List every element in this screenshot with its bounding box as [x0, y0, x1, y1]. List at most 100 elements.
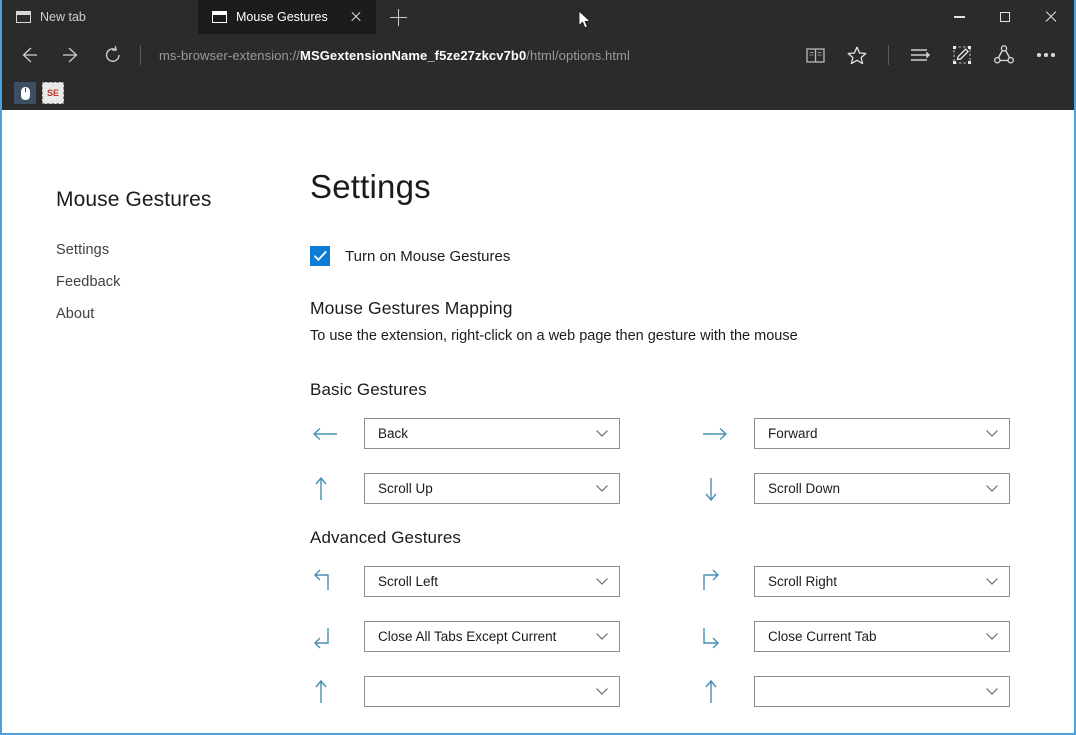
advanced-gestures-heading: Advanced Gestures [310, 528, 462, 547]
back-button[interactable] [8, 36, 50, 74]
gesture-select-scroll-up[interactable]: Scroll Up [364, 473, 620, 504]
chevron-down-icon [985, 574, 999, 589]
gesture-select-scroll-right[interactable]: Scroll Right [754, 566, 1010, 597]
forward-button[interactable] [50, 36, 92, 74]
browser-window: New tab Mouse Gestures ms-browser-extens… [0, 0, 1076, 735]
second-extension-button[interactable]: SE [42, 82, 64, 104]
arrow-up-left-elbow-icon [310, 569, 364, 595]
arrow-left-icon [310, 425, 364, 443]
chevron-down-icon [595, 684, 609, 699]
maximize-icon [1000, 12, 1010, 22]
gesture-cell-close-all-tabs: Close All Tabs Except Current [310, 621, 700, 652]
url-path: /html/options.html [526, 47, 630, 63]
arrow-up-right-elbow-icon [700, 569, 754, 595]
tab-title: New tab [40, 10, 86, 24]
minimize-button[interactable] [936, 0, 982, 34]
web-note-icon [953, 46, 971, 64]
favorites-star-icon [847, 46, 867, 64]
gesture-row: Back Forward [310, 418, 1074, 449]
turn-on-mouse-gestures-label: Turn on Mouse Gestures [345, 247, 511, 265]
tab-title: Mouse Gestures [236, 10, 328, 24]
toolbar-icons [795, 36, 1066, 74]
gesture-row: Scroll Up Scroll Down [310, 473, 1074, 504]
turn-on-mouse-gestures-row[interactable]: Turn on Mouse Gestures [310, 246, 1074, 266]
gesture-select-partial-left[interactable] [364, 676, 620, 707]
arrow-down-left-elbow-icon [310, 624, 364, 650]
page-icon [212, 11, 227, 23]
gesture-select-value: Scroll Right [768, 574, 838, 589]
share-button[interactable] [984, 36, 1024, 74]
sidebar: Mouse Gestures Settings Feedback About [2, 110, 258, 733]
address-bar[interactable]: ms-browser-extension://MSGextensionName_… [149, 36, 795, 74]
chevron-down-icon [985, 481, 999, 496]
gesture-cell-partial-left [310, 676, 700, 707]
chevron-down-icon [985, 426, 999, 441]
nav-divider [140, 45, 141, 65]
sidebar-item-about[interactable]: About [56, 298, 258, 330]
reading-view-icon [805, 47, 825, 63]
chevron-down-icon [595, 481, 609, 496]
gesture-cell-close-current-tab: Close Current Tab [700, 621, 1074, 652]
gesture-select-value: Back [378, 426, 409, 441]
gesture-cell-scroll-up: Scroll Up [310, 473, 700, 504]
hub-button[interactable] [900, 36, 940, 74]
reading-view-button[interactable] [795, 36, 835, 74]
close-icon [1044, 10, 1058, 24]
gesture-select-close-all-tabs[interactable]: Close All Tabs Except Current [364, 621, 620, 652]
gesture-select-close-current-tab[interactable]: Close Current Tab [754, 621, 1010, 652]
basic-gestures-grid: Back Forward Scroll Up Scroll Down [310, 418, 1074, 504]
mouse-gestures-extension-button[interactable] [14, 82, 36, 104]
gesture-select-partial-right[interactable] [754, 676, 1010, 707]
sidebar-item-settings[interactable]: Settings [56, 234, 258, 266]
gesture-select-value: Close Current Tab [768, 629, 877, 644]
web-note-button[interactable] [942, 36, 982, 74]
sidebar-title: Mouse Gestures [56, 188, 212, 211]
gesture-select-value: Scroll Left [378, 574, 439, 589]
tab-mouse-gestures[interactable]: Mouse Gestures [198, 0, 376, 34]
tab-new-tab[interactable]: New tab [2, 0, 198, 34]
refresh-icon [105, 46, 120, 62]
gesture-select-back[interactable]: Back [364, 418, 620, 449]
mouse-gestures-extension-icon [20, 86, 30, 100]
new-tab-button[interactable] [376, 0, 420, 34]
gesture-select-value: Close All Tabs Except Current [378, 629, 557, 644]
settings-panel: Settings Turn on Mouse Gestures Mouse Ge… [258, 110, 1074, 733]
gesture-cell-forward: Forward [700, 418, 1074, 449]
gesture-cell-back: Back [310, 418, 700, 449]
arrow-down-right-elbow-icon [700, 624, 754, 650]
chevron-down-icon [985, 629, 999, 644]
gesture-select-value: Scroll Down [768, 481, 841, 496]
turn-on-mouse-gestures-checkbox[interactable] [310, 246, 330, 266]
refresh-button[interactable] [92, 36, 134, 74]
close-window-button[interactable] [1028, 0, 1074, 34]
arrow-up-icon [700, 679, 754, 705]
navigation-bar: ms-browser-extension://MSGextensionName_… [2, 34, 1074, 76]
second-extension-label: SE [46, 88, 59, 98]
close-icon[interactable] [348, 9, 364, 25]
page-title: Settings [310, 168, 431, 205]
forward-arrow-icon [63, 47, 78, 63]
toolbar-divider [888, 45, 889, 65]
checkmark-icon [313, 250, 327, 262]
gesture-row: Scroll Left Scroll Right [310, 566, 1074, 597]
gesture-select-scroll-down[interactable]: Scroll Down [754, 473, 1010, 504]
sidebar-item-feedback[interactable]: Feedback [56, 266, 258, 298]
more-icon [1037, 53, 1055, 57]
gesture-select-scroll-left[interactable]: Scroll Left [364, 566, 620, 597]
basic-gestures-heading: Basic Gestures [310, 380, 427, 399]
gesture-cell-scroll-left: Scroll Left [310, 566, 700, 597]
page-content: Mouse Gestures Settings Feedback About S… [2, 110, 1074, 733]
extension-bar: SE [2, 76, 1074, 110]
favorites-button[interactable] [837, 36, 877, 74]
url-prefix: ms-browser-extension:// [159, 47, 301, 63]
more-button[interactable] [1026, 36, 1066, 74]
advanced-gestures-grid: Scroll Left Scroll Right Close All Tabs … [310, 566, 1074, 707]
gesture-select-forward[interactable]: Forward [754, 418, 1010, 449]
window-controls [936, 0, 1074, 34]
arrow-right-icon [700, 425, 754, 443]
gesture-cell-scroll-right: Scroll Right [700, 566, 1074, 597]
maximize-button[interactable] [982, 0, 1028, 34]
gesture-select-value: Scroll Up [378, 481, 433, 496]
share-icon [994, 45, 1014, 64]
minimize-icon [953, 16, 965, 18]
